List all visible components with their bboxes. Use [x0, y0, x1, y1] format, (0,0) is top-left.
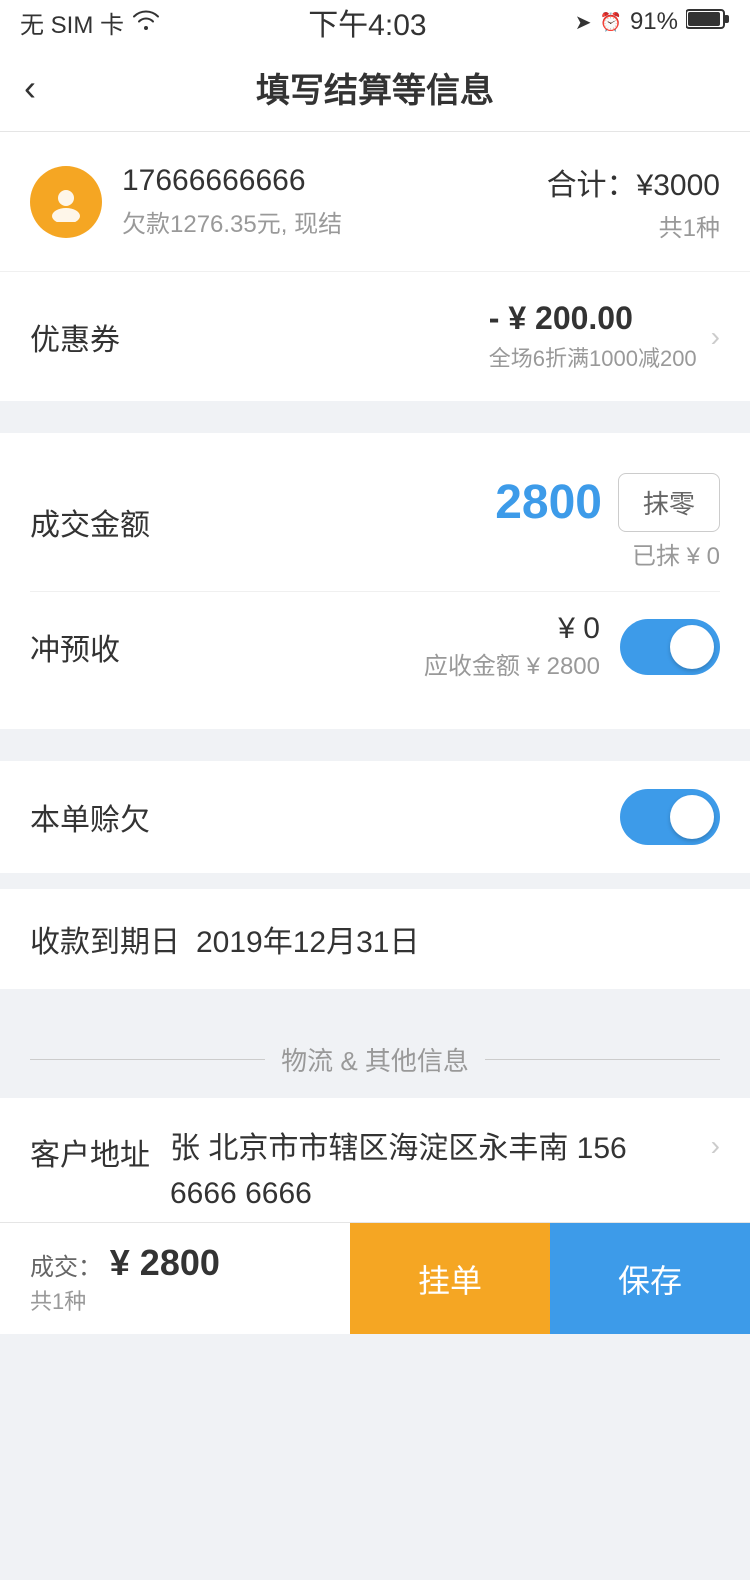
customer-right: 合计：¥3000 共1种	[547, 160, 720, 243]
wifi-icon	[132, 8, 160, 37]
transaction-amount: 2800	[495, 475, 602, 530]
battery-label: 91%	[630, 8, 678, 36]
address-value: 张 北京市市辖区海淀区永丰南 156 6666 6666	[170, 1126, 701, 1216]
coupon-right: - ¥ 200.00 全场6折满1000减200 ›	[489, 300, 720, 373]
already-rounded: 已抹 ¥ 0	[632, 536, 720, 571]
separator-1	[0, 417, 750, 433]
receivable-amount: 应收金额 ¥ 2800	[424, 646, 600, 681]
separator-2	[0, 745, 750, 761]
prepayment-amount: ¥ 0	[424, 612, 600, 646]
debt-row: 本单赊欠	[0, 761, 750, 873]
divider-line-left	[30, 1059, 265, 1060]
hold-button[interactable]: 挂单	[350, 1223, 550, 1334]
due-date-value: 2019年12月31日	[196, 917, 419, 961]
customer-card: 17666666666 欠款1276.35元, 现结 合计：¥3000 共1种 …	[0, 132, 750, 401]
transaction-row: 成交金额 2800 抹零 已抹 ¥ 0	[30, 461, 720, 583]
coupon-discount: - ¥ 200.00	[489, 300, 697, 337]
chevron-right-icon: ›	[711, 321, 720, 353]
due-date-row: 收款到期日 2019年12月31日	[0, 889, 750, 989]
deal-count: 共1种	[30, 1284, 320, 1316]
logistics-divider: 物流 & 其他信息	[0, 1021, 750, 1098]
prepayment-right: ¥ 0 应收金额 ¥ 2800	[424, 612, 720, 681]
transaction-right: 2800 抹零	[495, 473, 720, 532]
debt-toggle-circle	[670, 795, 714, 839]
status-right: ➤ ⏰ 91%	[575, 8, 730, 37]
due-date-label: 收款到期日	[30, 917, 180, 961]
toggle-circle	[670, 625, 714, 669]
total-count: 共1种	[547, 208, 720, 243]
page-title: 填写结算等信息	[256, 63, 494, 112]
total-amount: 合计：¥3000	[547, 160, 720, 204]
transaction-card: 成交金额 2800 抹零 已抹 ¥ 0 冲预收 ¥ 0 应收金额 ¥ 2800	[0, 433, 750, 729]
logistics-label: 物流 & 其他信息	[281, 1041, 469, 1078]
customer-left: 17666666666 欠款1276.35元, 现结	[30, 164, 342, 239]
content-area: 17666666666 欠款1276.35元, 现结 合计：¥3000 共1种 …	[0, 132, 750, 1580]
customer-phone: 17666666666	[122, 164, 342, 198]
deal-label: 成交：	[30, 1254, 102, 1281]
address-label: 客户地址	[30, 1126, 150, 1174]
status-time: 下午4:03	[308, 0, 426, 44]
deal-amount: ¥ 2800	[110, 1242, 220, 1283]
coupon-row[interactable]: 优惠券 - ¥ 200.00 全场6折满1000减200 ›	[0, 271, 750, 401]
round-button[interactable]: 抹零	[618, 473, 720, 532]
prepayment-row: 冲预收 ¥ 0 应收金额 ¥ 2800	[30, 591, 720, 701]
status-left: 无 SIM 卡	[20, 5, 160, 40]
avatar	[30, 166, 102, 238]
coupon-desc: 全场6折满1000减200	[489, 341, 697, 373]
save-button[interactable]: 保存	[550, 1223, 750, 1334]
bottom-info: 成交： ¥ 2800 共1种	[0, 1223, 350, 1334]
address-chevron-icon: ›	[711, 1126, 720, 1162]
customer-row: 17666666666 欠款1276.35元, 现结 合计：¥3000 共1种	[0, 132, 750, 271]
nav-bar: ‹ 填写结算等信息	[0, 44, 750, 132]
transaction-label: 成交金额	[30, 500, 150, 544]
divider-line-right	[485, 1059, 720, 1060]
battery-icon	[686, 8, 730, 37]
customer-sub: 欠款1276.35元, 现结	[122, 204, 342, 239]
customer-info: 17666666666 欠款1276.35元, 现结	[122, 164, 342, 239]
separator-3	[0, 1005, 750, 1021]
prepayment-toggle[interactable]	[620, 619, 720, 675]
status-bar: 无 SIM 卡 下午4:03 ➤ ⏰ 91%	[0, 0, 750, 44]
back-button[interactable]: ‹	[24, 67, 36, 109]
prepayment-label: 冲预收	[30, 625, 120, 669]
bottom-bar: 成交： ¥ 2800 共1种 挂单 保存	[0, 1222, 750, 1334]
debt-toggle[interactable]	[620, 789, 720, 845]
carrier-label: 无 SIM 卡	[20, 5, 124, 40]
coupon-label: 优惠券	[30, 315, 120, 359]
debt-label: 本单赊欠	[30, 795, 150, 839]
location-icon: ➤	[575, 10, 592, 35]
alarm-icon: ⏰	[600, 12, 622, 33]
